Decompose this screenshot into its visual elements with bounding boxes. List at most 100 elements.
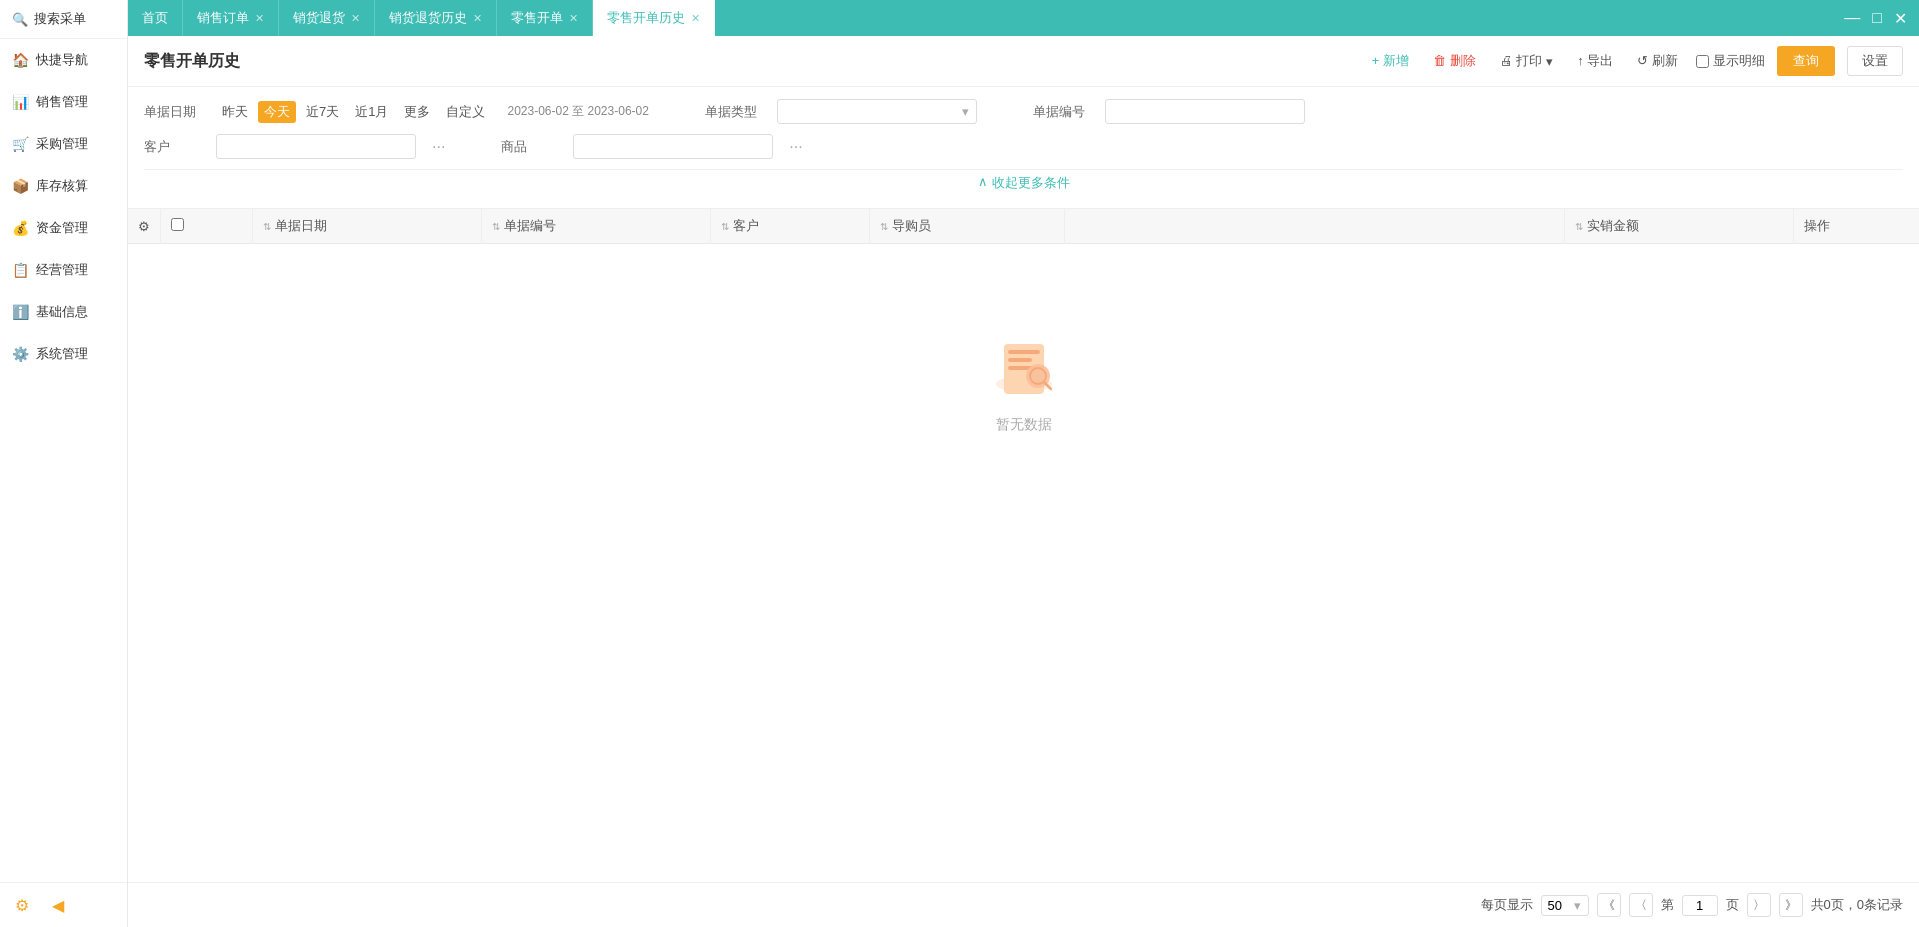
table-area: ⚙ ⇅ 单据日期 ⇅ xyxy=(128,209,1919,882)
th-actions: 操作 xyxy=(1794,209,1920,244)
sidebar-item-label: 经营管理 xyxy=(36,261,88,279)
tab-home[interactable]: 首页 xyxy=(128,0,183,36)
date-tab-today[interactable]: 今天 xyxy=(258,101,296,123)
number-label: 单据编号 xyxy=(1033,103,1089,121)
goods-input[interactable] xyxy=(573,134,773,159)
tab-sales-return-history[interactable]: 销货退货历史 ✕ xyxy=(375,0,497,36)
tab-home-label: 首页 xyxy=(142,9,168,27)
sidebar-search-label: 搜索采单 xyxy=(34,10,86,28)
goods-dots[interactable]: ··· xyxy=(789,138,802,156)
customer-label: 客户 xyxy=(144,138,200,156)
settings-bottom-icon[interactable]: ⚙ xyxy=(12,895,32,915)
th-number-label: 单据编号 xyxy=(504,217,556,235)
refresh-button[interactable]: ↺ 刷新 xyxy=(1631,48,1684,74)
tab-retail-open-history-close[interactable]: ✕ xyxy=(691,12,700,25)
tab-sales-order[interactable]: 销售订单 ✕ xyxy=(183,0,279,36)
sidebar-item-label: 采购管理 xyxy=(36,135,88,153)
collapse-bar[interactable]: ∧ 收起更多条件 xyxy=(144,169,1903,196)
print-dropdown-icon[interactable]: ▾ xyxy=(1546,54,1553,69)
tabs-bar: 首页 销售订单 ✕ 销货退货 ✕ 销货退货历史 ✕ 零售开单 ✕ 零售开单历史 … xyxy=(128,0,1919,36)
page-number-input[interactable] xyxy=(1682,895,1718,916)
th-gear[interactable]: ⚙ xyxy=(128,209,161,244)
sidebar-item-system[interactable]: ⚙️ 系统管理 xyxy=(0,333,127,375)
tab-sales-return[interactable]: 销货退货 ✕ xyxy=(279,0,375,36)
show-detail-input[interactable] xyxy=(1696,55,1709,68)
sidebar-item-label: 基础信息 xyxy=(36,303,88,321)
th-customer-label: 客户 xyxy=(733,217,759,235)
th-salesperson[interactable]: ⇅ 导购员 xyxy=(870,209,1064,244)
total-text: 共0页，0条记录 xyxy=(1811,896,1903,914)
sidebar-item-inventory[interactable]: 📦 库存核算 xyxy=(0,165,127,207)
th-date-label: 单据日期 xyxy=(275,217,327,235)
select-all-checkbox[interactable] xyxy=(171,218,184,231)
delete-button[interactable]: 🗑 删除 xyxy=(1427,48,1482,74)
sidebar-item-basic-info[interactable]: ℹ️ 基础信息 xyxy=(0,291,127,333)
th-customer[interactable]: ⇅ 客户 xyxy=(711,209,870,244)
tab-sales-order-label: 销售订单 xyxy=(197,9,249,27)
tab-retail-open[interactable]: 零售开单 ✕ xyxy=(497,0,593,36)
gear-icon[interactable]: ⚙ xyxy=(138,219,150,234)
th-actions-label: 操作 xyxy=(1804,218,1830,233)
page-last-btn[interactable]: 》 xyxy=(1779,893,1803,917)
sidebar-item-sales-mgmt[interactable]: 📊 销售管理 xyxy=(0,81,127,123)
date-tab-custom[interactable]: 自定义 xyxy=(440,101,491,123)
th-number-sort-icon: ⇅ xyxy=(492,221,500,232)
tab-retail-open-history[interactable]: 零售开单历史 ✕ xyxy=(593,0,715,36)
data-table: ⚙ ⇅ 单据日期 ⇅ xyxy=(128,209,1919,514)
sidebar-item-ops[interactable]: 📋 经营管理 xyxy=(0,249,127,291)
customer-input[interactable] xyxy=(216,134,416,159)
tab-retail-open-close[interactable]: ✕ xyxy=(569,12,578,25)
page-next-btn[interactable]: 〉 xyxy=(1747,893,1771,917)
th-amount-sort-icon: ⇅ xyxy=(1575,221,1583,232)
th-amount-label: 实销金额 xyxy=(1587,217,1639,235)
add-button[interactable]: + 新增 xyxy=(1366,48,1415,74)
th-number[interactable]: ⇅ 单据编号 xyxy=(482,209,711,244)
th-date[interactable]: ⇅ 单据日期 xyxy=(252,209,481,244)
add-label: + 新增 xyxy=(1372,52,1409,70)
tab-sales-return-history-close[interactable]: ✕ xyxy=(473,12,482,25)
customer-dots[interactable]: ··· xyxy=(432,138,445,156)
page-first-btn[interactable]: 《 xyxy=(1597,893,1621,917)
type-select[interactable] xyxy=(777,99,977,124)
collapse-sidebar-icon[interactable]: ◀ xyxy=(48,895,68,915)
show-detail-checkbox[interactable]: 显示明细 xyxy=(1696,52,1765,70)
tab-sales-return-close[interactable]: ✕ xyxy=(351,12,360,25)
th-date-sort-icon: ⇅ xyxy=(263,221,271,232)
th-spacer xyxy=(1064,209,1564,244)
th-select-all[interactable] xyxy=(161,209,253,244)
sidebar-search[interactable]: 🔍 搜索采单 xyxy=(0,0,127,39)
sidebar: 🔍 搜索采单 🏠 快捷导航 📊 销售管理 🛒 采购管理 📦 库存核算 💰 资金管… xyxy=(0,0,128,927)
window-close-btn[interactable]: ✕ xyxy=(1894,9,1907,28)
tab-sales-order-close[interactable]: ✕ xyxy=(255,12,264,25)
main-area: 首页 销售订单 ✕ 销货退货 ✕ 销货退货历史 ✕ 零售开单 ✕ 零售开单历史 … xyxy=(128,0,1919,927)
number-input[interactable] xyxy=(1105,99,1305,124)
date-tab-last-month[interactable]: 近1月 xyxy=(349,101,394,123)
type-label: 单据类型 xyxy=(705,103,761,121)
date-range-display: 2023-06-02 至 2023-06-02 xyxy=(507,103,648,120)
tab-retail-open-history-label: 零售开单历史 xyxy=(607,9,685,27)
system-icon: ⚙️ xyxy=(12,346,28,362)
table-body: 暂无数据 xyxy=(128,244,1919,515)
print-button[interactable]: 🖨 打印 ▾ xyxy=(1494,48,1560,74)
sidebar-item-finance[interactable]: 💰 资金管理 xyxy=(0,207,127,249)
th-amount[interactable]: ⇅ 实销金额 xyxy=(1564,209,1793,244)
window-maximize-btn[interactable]: □ xyxy=(1872,9,1882,27)
sidebar-item-quick-nav[interactable]: 🏠 快捷导航 xyxy=(0,39,127,81)
date-tab-more[interactable]: 更多 xyxy=(398,101,436,123)
header-actions: + 新增 🗑 删除 🖨 打印 ▾ ↑ 导出 ↺ 刷新 显示明细 xyxy=(1366,46,1903,76)
collapse-icon: ∧ xyxy=(978,174,988,192)
setting-button[interactable]: 设置 xyxy=(1847,46,1903,76)
tab-retail-open-label: 零售开单 xyxy=(511,9,563,27)
filter-row-1: 单据日期 昨天 今天 近7天 近1月 更多 自定义 2023-06-02 至 2… xyxy=(144,99,1903,124)
page-title: 零售开单历史 xyxy=(144,51,240,72)
page-size-select[interactable]: 10 20 50 100 xyxy=(1541,895,1589,916)
export-button[interactable]: ↑ 导出 xyxy=(1571,48,1619,74)
query-button[interactable]: 查询 xyxy=(1777,46,1835,76)
page-prev-btn[interactable]: 〈 xyxy=(1629,893,1653,917)
date-tab-yesterday[interactable]: 昨天 xyxy=(216,101,254,123)
window-minimize-btn[interactable]: — xyxy=(1844,9,1860,27)
type-select-wrapper xyxy=(777,99,977,124)
print-label: 🖨 打印 xyxy=(1500,52,1543,70)
sidebar-item-purchase-mgmt[interactable]: 🛒 采购管理 xyxy=(0,123,127,165)
date-tab-last7[interactable]: 近7天 xyxy=(300,101,345,123)
